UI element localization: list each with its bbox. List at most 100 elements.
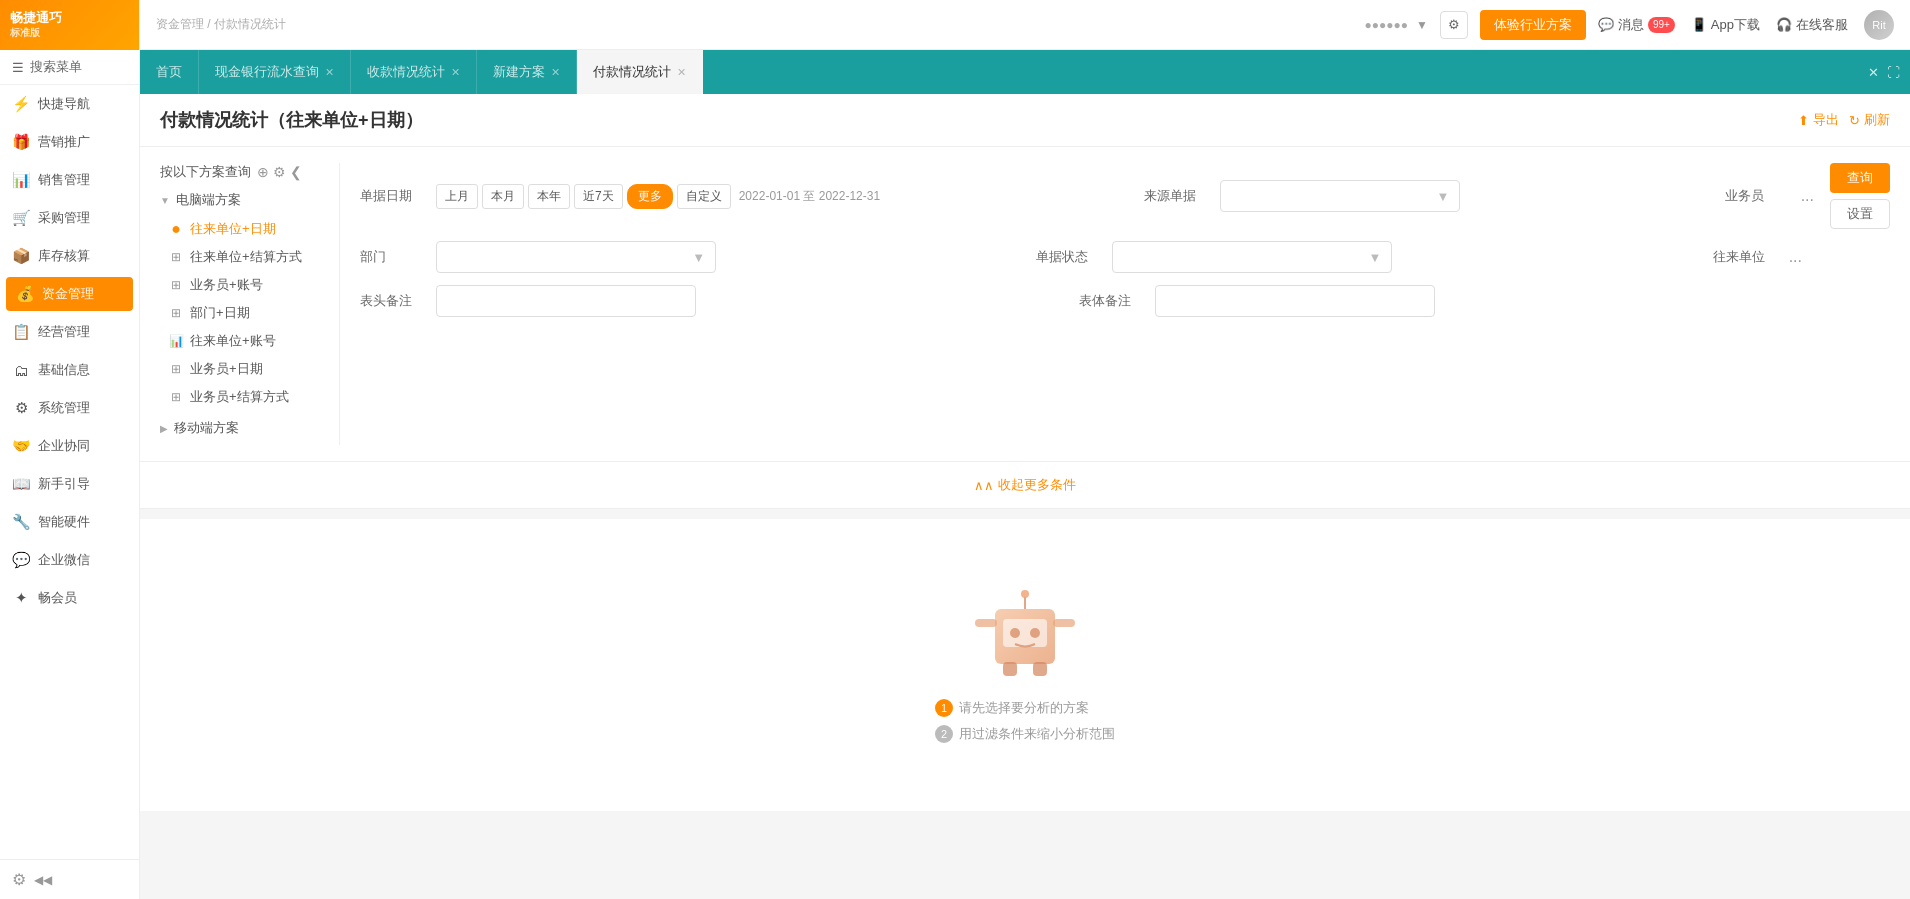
tab-actions: ✕ ⛶ bbox=[1858, 50, 1910, 94]
breadcrumb-text: 资金管理 / 付款情况统计 bbox=[156, 16, 286, 33]
query-button[interactable]: 查询 bbox=[1830, 163, 1890, 193]
quick-nav-icon: ⚡ bbox=[12, 95, 30, 113]
desktop-scheme-section: ▼ 电脑端方案 ● 往来单位+日期 ⊞ 往来单位+结算方式 ⊞ 业务员+账号 bbox=[160, 191, 323, 411]
body-note-input[interactable] bbox=[1155, 285, 1435, 317]
header-note-input[interactable] bbox=[436, 285, 696, 317]
settings-icon[interactable]: ⚙ bbox=[12, 870, 26, 889]
messages-label: 消息 bbox=[1618, 16, 1644, 34]
search-label: 搜索菜单 bbox=[30, 58, 82, 76]
collapse-sidebar-icon[interactable]: ◀◀ bbox=[34, 873, 52, 887]
add-scheme-icon[interactable]: ⊕ bbox=[257, 164, 269, 180]
date-btn-this-month[interactable]: 本月 bbox=[482, 184, 524, 209]
user-avatar-item[interactable]: Rit bbox=[1864, 10, 1894, 40]
scheme-header: 按以下方案查询 ⊕ ⚙ ❮ bbox=[160, 163, 323, 181]
app-download-label: App下载 bbox=[1711, 16, 1760, 34]
inventory-icon: 📦 bbox=[12, 247, 30, 265]
scheme-item-staff-account[interactable]: ⊞ 业务员+账号 bbox=[160, 271, 323, 299]
scheme-item-dept-date[interactable]: ⊞ 部门+日期 bbox=[160, 299, 323, 327]
svg-point-5 bbox=[1021, 590, 1029, 598]
partner-label: 往来单位 bbox=[1713, 248, 1773, 266]
mobile-section-header[interactable]: ▶ 移动端方案 bbox=[160, 419, 323, 437]
scheme-grid-icon: ⊞ bbox=[168, 249, 184, 265]
date-btn-last-month[interactable]: 上月 bbox=[436, 184, 478, 209]
avatar: Rit bbox=[1864, 10, 1894, 40]
settings-scheme-icon[interactable]: ⚙ bbox=[273, 164, 286, 180]
vip-icon: ✦ bbox=[12, 589, 30, 607]
app-download-item[interactable]: 📱 App下载 bbox=[1691, 16, 1760, 34]
scheme-label: 业务员+结算方式 bbox=[190, 388, 289, 406]
user-name: Rit bbox=[1872, 19, 1885, 31]
source-select[interactable]: ▼ bbox=[1220, 180, 1460, 212]
collapse-scheme-icon[interactable]: ❮ bbox=[290, 164, 302, 180]
voucher-status-label: 单据状态 bbox=[1036, 248, 1096, 266]
scheme-panel: 按以下方案查询 ⊕ ⚙ ❮ ▼ 电脑端方案 ● 往来单位+日期 bbox=[160, 163, 340, 445]
scheme-item-staff-date[interactable]: ⊞ 业务员+日期 bbox=[160, 355, 323, 383]
tab-cash-flow[interactable]: 现金银行流水查询 ✕ bbox=[199, 50, 351, 94]
tab-close-all-icon[interactable]: ✕ bbox=[1868, 65, 1879, 80]
online-service-item[interactable]: 🎧 在线客服 bbox=[1776, 16, 1848, 34]
desktop-section-header[interactable]: ▼ 电脑端方案 bbox=[160, 191, 323, 209]
sidebar-item-finance[interactable]: 💰 资金管理 bbox=[6, 277, 133, 311]
staff-dots[interactable]: ... bbox=[1801, 187, 1814, 205]
sidebar-item-weixin[interactable]: 💬 企业微信 bbox=[0, 541, 139, 579]
header-right: 💬 消息 99+ 📱 App下载 🎧 在线客服 Rit bbox=[1598, 10, 1894, 40]
dept-select[interactable]: ▼ bbox=[436, 241, 716, 273]
trial-btn[interactable]: 体验行业方案 bbox=[1480, 10, 1586, 40]
sidebar-item-marketing[interactable]: 🎁 营销推广 bbox=[0, 123, 139, 161]
empty-step-1: 1 请先选择要分析的方案 bbox=[935, 699, 1115, 717]
messages-item[interactable]: 💬 消息 99+ bbox=[1598, 16, 1675, 34]
chevron-down-icon[interactable]: ▼ bbox=[1416, 18, 1428, 32]
sidebar-item-quick-nav[interactable]: ⚡ 快捷导航 bbox=[0, 85, 139, 123]
tab-close-icon[interactable]: ✕ bbox=[677, 66, 686, 79]
sidebar-item-hardware[interactable]: 🔧 智能硬件 bbox=[0, 503, 139, 541]
tab-receivable[interactable]: 收款情况统计 ✕ bbox=[351, 50, 477, 94]
export-button[interactable]: ⬆ 导出 bbox=[1798, 111, 1839, 129]
sales-icon: 📊 bbox=[12, 171, 30, 189]
hardware-icon: 🔧 bbox=[12, 513, 30, 531]
tab-close-icon[interactable]: ✕ bbox=[325, 66, 334, 79]
sidebar-item-system[interactable]: ⚙ 系统管理 bbox=[0, 389, 139, 427]
setting-button[interactable]: 设置 bbox=[1830, 199, 1890, 229]
sidebar-item-operations[interactable]: 📋 经营管理 bbox=[0, 313, 139, 351]
date-label: 单据日期 bbox=[360, 187, 420, 205]
scheme-item-unit-date[interactable]: ● 往来单位+日期 bbox=[160, 215, 323, 243]
sidebar-item-vip[interactable]: ✦ 畅会员 bbox=[0, 579, 139, 617]
sidebar-item-inventory[interactable]: 📦 库存核算 bbox=[0, 237, 139, 275]
tab-close-icon[interactable]: ✕ bbox=[451, 66, 460, 79]
tab-close-icon[interactable]: ✕ bbox=[551, 66, 560, 79]
svg-rect-7 bbox=[1053, 619, 1075, 627]
sidebar-item-basic-info[interactable]: 🗂 基础信息 bbox=[0, 351, 139, 389]
weixin-icon: 💬 bbox=[12, 551, 30, 569]
date-btn-custom[interactable]: 自定义 bbox=[677, 184, 731, 209]
search-menu[interactable]: ☰ 搜索菜单 bbox=[0, 50, 139, 85]
date-btn-7days[interactable]: 近7天 bbox=[574, 184, 623, 209]
scheme-label: 往来单位+日期 bbox=[190, 220, 276, 238]
scheme-label: 业务员+日期 bbox=[190, 360, 263, 378]
tab-new-scheme-label: 新建方案 bbox=[493, 63, 545, 81]
sidebar-label: 智能硬件 bbox=[38, 513, 90, 531]
scheme-item-unit-payment[interactable]: ⊞ 往来单位+结算方式 bbox=[160, 243, 323, 271]
tab-payment-stat[interactable]: 付款情况统计 ✕ bbox=[577, 50, 703, 94]
tab-expand-icon[interactable]: ⛶ bbox=[1887, 65, 1900, 80]
chevron-down-icon: ▼ bbox=[692, 250, 705, 265]
top-header: 资金管理 / 付款情况统计 ●●●●●● ▼ ⚙ 体验行业方案 💬 消息 99+… bbox=[140, 0, 1910, 50]
sidebar-item-guide[interactable]: 📖 新手引导 bbox=[0, 465, 139, 503]
empty-step-2-text: 用过滤条件来缩小分析范围 bbox=[959, 725, 1115, 743]
sidebar-item-sales[interactable]: 📊 销售管理 bbox=[0, 161, 139, 199]
svg-point-2 bbox=[1010, 628, 1020, 638]
date-btn-this-year[interactable]: 本年 bbox=[528, 184, 570, 209]
scheme-item-staff-payment[interactable]: ⊞ 业务员+结算方式 bbox=[160, 383, 323, 411]
scheme-label: 业务员+账号 bbox=[190, 276, 263, 294]
tab-home[interactable]: 首页 bbox=[140, 50, 199, 94]
collapse-more-button[interactable]: ∧∧ 收起更多条件 bbox=[962, 472, 1088, 498]
refresh-button[interactable]: ↻ 刷新 bbox=[1849, 111, 1890, 129]
voucher-status-select[interactable]: ▼ bbox=[1112, 241, 1392, 273]
sidebar-item-collab[interactable]: 🤝 企业协同 bbox=[0, 427, 139, 465]
sidebar-label: 新手引导 bbox=[38, 475, 90, 493]
sidebar-item-purchase[interactable]: 🛒 采购管理 bbox=[0, 199, 139, 237]
scheme-item-unit-account[interactable]: 📊 往来单位+账号 bbox=[160, 327, 323, 355]
settings-button[interactable]: ⚙ bbox=[1440, 11, 1468, 39]
date-btn-more[interactable]: 更多 bbox=[627, 184, 673, 209]
partner-dots[interactable]: ... bbox=[1789, 248, 1802, 266]
tab-new-scheme[interactable]: 新建方案 ✕ bbox=[477, 50, 577, 94]
